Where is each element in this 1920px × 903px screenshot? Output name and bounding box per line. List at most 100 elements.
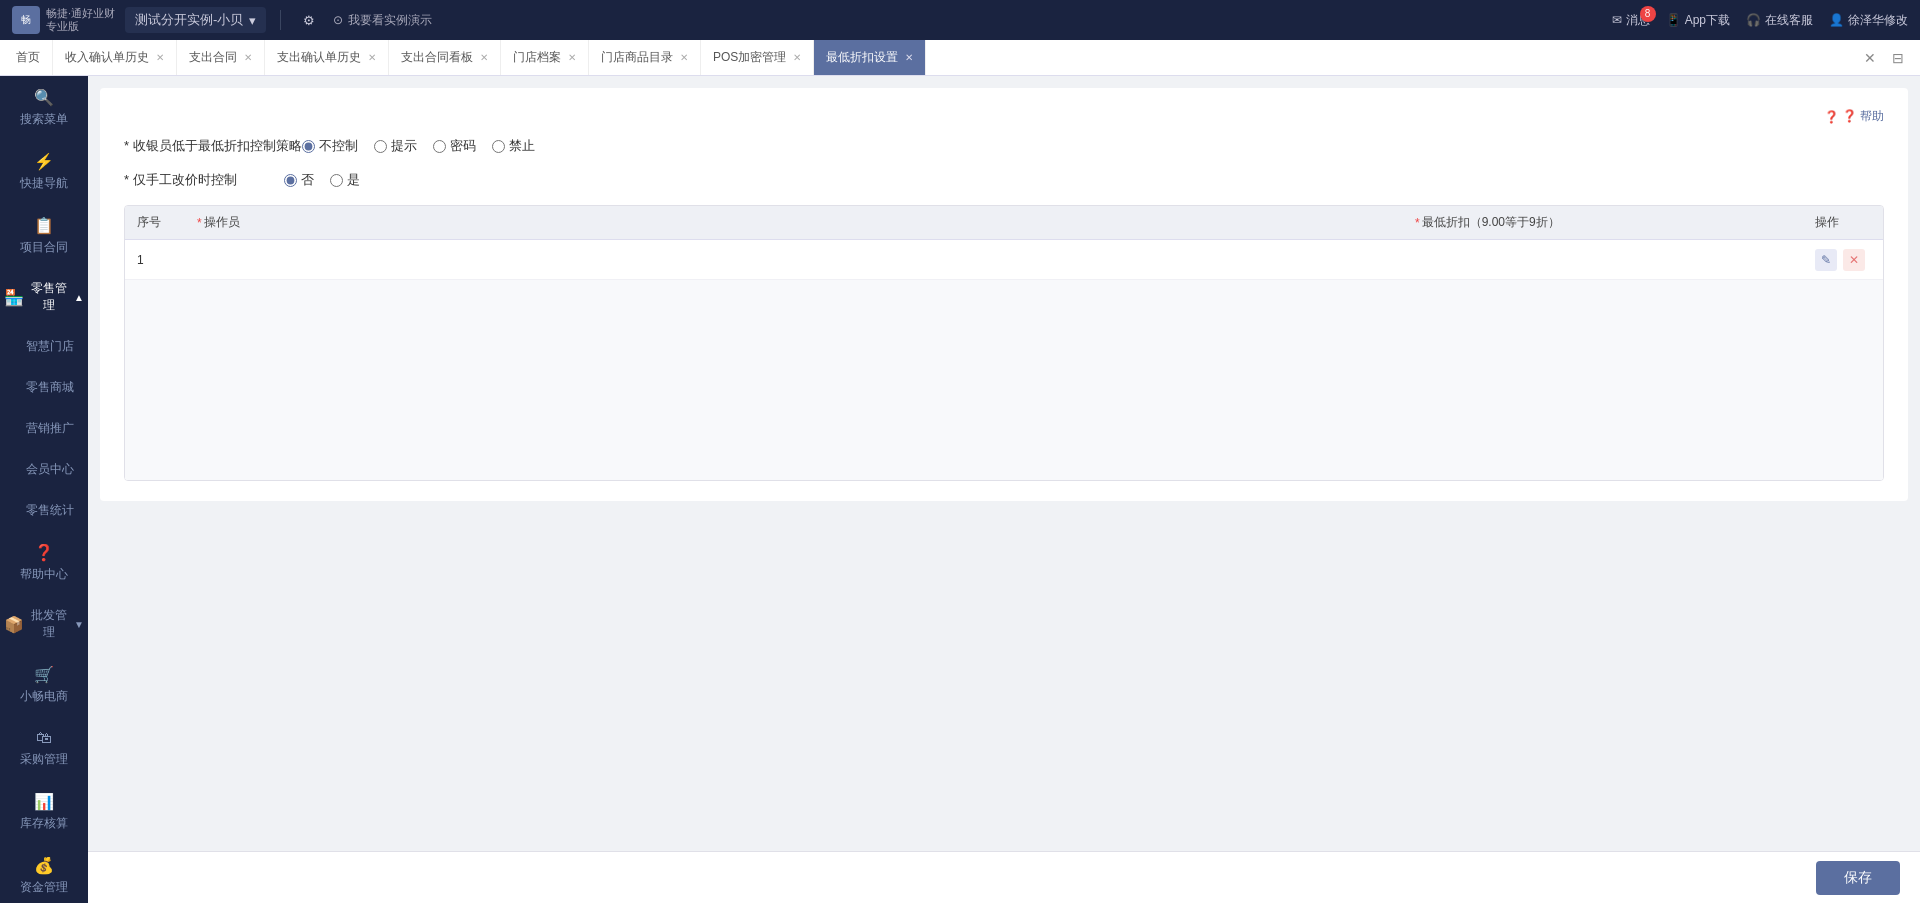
- tab-income-confirm[interactable]: 收入确认单历史 ✕: [53, 40, 177, 76]
- manual-price-radio-group: 否 是: [284, 171, 360, 189]
- th-operator: * 操作员: [185, 206, 1403, 239]
- radio-manual-no-label: 否: [301, 171, 314, 189]
- th-min-discount: * 最低折扣（9.00等于9折）: [1403, 206, 1803, 239]
- edit-row-1-btn[interactable]: ✎: [1815, 249, 1837, 271]
- sidebar-item-search-menu[interactable]: 🔍 搜索菜单: [0, 76, 88, 140]
- tab-menu-btn[interactable]: ⊟: [1888, 48, 1908, 68]
- radio-password-label: 密码: [450, 137, 476, 155]
- batch-mgmt-arrow-icon: ▼: [74, 619, 84, 630]
- message-icon: ✉: [1612, 13, 1622, 27]
- tab-min-discount-close[interactable]: ✕: [905, 52, 913, 63]
- tab-pay-contract-close[interactable]: ✕: [244, 52, 252, 63]
- radio-forbid[interactable]: 禁止: [492, 137, 535, 155]
- project-contract-icon: 📋: [34, 216, 54, 235]
- tab-store-file-label: 门店档案: [513, 49, 561, 66]
- radio-manual-yes-input[interactable]: [330, 174, 343, 187]
- app-logo: 畅 畅捷·通好业财 专业版: [12, 6, 115, 34]
- finance-icon: 💰: [34, 856, 54, 875]
- message-badge: 8: [1640, 6, 1656, 22]
- sidebar-item-retail-stats-label: 零售统计: [26, 502, 74, 519]
- radio-manual-no-input[interactable]: [284, 174, 297, 187]
- tab-min-discount[interactable]: 最低折扣设置 ✕: [814, 40, 926, 76]
- table-row: 1 ✎ ✕: [125, 240, 1883, 280]
- tab-pos-encrypt-close[interactable]: ✕: [793, 52, 801, 63]
- tab-store-file-close[interactable]: ✕: [568, 52, 576, 63]
- save-button[interactable]: 保存: [1816, 861, 1900, 895]
- radio-no-control-input[interactable]: [302, 140, 315, 153]
- settings-icon-btn[interactable]: ⚙: [295, 9, 323, 32]
- close-all-tabs-btn[interactable]: ✕: [1860, 48, 1880, 68]
- td-seq-1: 1: [125, 240, 185, 279]
- sidebar-item-retail-stats[interactable]: 零售统计: [0, 490, 88, 531]
- table-empty-area: [125, 280, 1883, 480]
- delete-row-1-btn[interactable]: ✕: [1843, 249, 1865, 271]
- radio-password-input[interactable]: [433, 140, 446, 153]
- tab-home[interactable]: 首页: [4, 40, 53, 76]
- sidebar: 🔍 搜索菜单 ⚡ 快捷导航 📋 项目合同 🏪 零售管理 ▲ 智慧门店 零售商城 …: [0, 76, 88, 903]
- project-selector[interactable]: 测试分开实例-小贝 ▾: [125, 7, 266, 33]
- sidebar-item-member-center[interactable]: 会员中心: [0, 449, 88, 490]
- footer-bar: 保存: [88, 851, 1920, 903]
- message-btn[interactable]: ✉ 消息 8: [1612, 12, 1650, 29]
- tab-store-file[interactable]: 门店档案 ✕: [501, 40, 589, 76]
- tab-pay-contract[interactable]: 支出合同 ✕: [177, 40, 265, 76]
- sidebar-item-marketing[interactable]: 营销推广: [0, 408, 88, 449]
- batch-mgmt-icon: 📦: [4, 615, 24, 634]
- sidebar-item-batch-mgmt[interactable]: 📦 批发管理 ▼: [0, 595, 88, 653]
- sidebar-item-help-center-label: 帮助中心: [20, 566, 68, 583]
- topbar: 畅 畅捷·通好业财 专业版 测试分开实例-小贝 ▾ ⚙ ⊙ 我要看实例演示 ✉ …: [0, 0, 1920, 40]
- logo-icon: 畅: [12, 6, 40, 34]
- tab-pay-confirm-label: 支出确认单历史: [277, 49, 361, 66]
- sidebar-item-smart-store[interactable]: 智慧门店: [0, 326, 88, 367]
- tab-store-goods-close[interactable]: ✕: [680, 52, 688, 63]
- discount-table: 序号 * 操作员 * 最低折扣（9.00等于9折） 操作: [124, 205, 1884, 481]
- radio-no-control-label: 不控制: [319, 137, 358, 155]
- tab-income-confirm-close[interactable]: ✕: [156, 52, 164, 63]
- table-header: 序号 * 操作员 * 最低折扣（9.00等于9折） 操作: [125, 206, 1883, 240]
- tab-pay-confirm[interactable]: 支出确认单历史 ✕: [265, 40, 389, 76]
- tab-pay-contract-board-close[interactable]: ✕: [480, 52, 488, 63]
- gear-icon: ⚙: [303, 13, 315, 28]
- retail-mgmt-arrow-icon: ▲: [74, 292, 84, 303]
- sidebar-item-purchase-mgmt[interactable]: 🛍 采购管理: [0, 717, 88, 780]
- radio-password[interactable]: 密码: [433, 137, 476, 155]
- help-link[interactable]: ❓ ❓ 帮助: [1824, 108, 1884, 125]
- sidebar-item-project-contract-label: 项目合同: [20, 239, 68, 256]
- tab-pay-contract-label: 支出合同: [189, 49, 237, 66]
- sidebar-item-finance[interactable]: 💰 资金管理: [0, 844, 88, 903]
- radio-forbid-input[interactable]: [492, 140, 505, 153]
- sidebar-item-retail-mall[interactable]: 零售商城: [0, 367, 88, 408]
- tab-income-confirm-label: 收入确认单历史: [65, 49, 149, 66]
- tab-store-goods[interactable]: 门店商品目录 ✕: [589, 40, 701, 76]
- td-actions-1: ✎ ✕: [1803, 240, 1883, 279]
- sidebar-item-help-center[interactable]: ❓ 帮助中心: [0, 531, 88, 595]
- sidebar-item-retail-mall-label: 零售商城: [26, 379, 74, 396]
- sidebar-item-ecommerce[interactable]: 🛒 小畅电商: [0, 653, 88, 717]
- tab-pay-confirm-close[interactable]: ✕: [368, 52, 376, 63]
- help-icon: ❓: [1824, 110, 1839, 124]
- radio-manual-no[interactable]: 否: [284, 171, 314, 189]
- demo-link[interactable]: ⊙ 我要看实例演示: [333, 12, 432, 29]
- topbar-divider: [280, 10, 281, 30]
- app-download-btn[interactable]: 📱 App下载: [1666, 12, 1730, 29]
- radio-no-control[interactable]: 不控制: [302, 137, 358, 155]
- sidebar-item-project-contract[interactable]: 📋 项目合同: [0, 204, 88, 268]
- sidebar-item-retail-mgmt[interactable]: 🏪 零售管理 ▲: [0, 268, 88, 326]
- th-operator-required: *: [197, 216, 202, 230]
- tab-pay-contract-board[interactable]: 支出合同看板 ✕: [389, 40, 501, 76]
- radio-hint[interactable]: 提示: [374, 137, 417, 155]
- radio-hint-input[interactable]: [374, 140, 387, 153]
- sidebar-item-quick-nav[interactable]: ⚡ 快捷导航: [0, 140, 88, 204]
- online-service-btn[interactable]: 🎧 在线客服: [1746, 12, 1813, 29]
- user-menu-btn[interactable]: 👤 徐泽华修改: [1829, 12, 1908, 29]
- sidebar-item-quick-nav-label: 快捷导航: [20, 175, 68, 192]
- td-operator-1: [185, 240, 1403, 279]
- radio-manual-yes[interactable]: 是: [330, 171, 360, 189]
- project-name: 测试分开实例-小贝: [135, 11, 243, 29]
- circle-play-icon: ⊙: [333, 13, 343, 27]
- td-min-discount-1: [1403, 240, 1803, 279]
- tab-pos-encrypt[interactable]: POS加密管理 ✕: [701, 40, 814, 76]
- sidebar-item-inventory[interactable]: 📊 库存核算: [0, 780, 88, 844]
- sidebar-item-purchase-mgmt-label: 采购管理: [20, 751, 68, 768]
- retail-mgmt-icon: 🏪: [4, 288, 24, 307]
